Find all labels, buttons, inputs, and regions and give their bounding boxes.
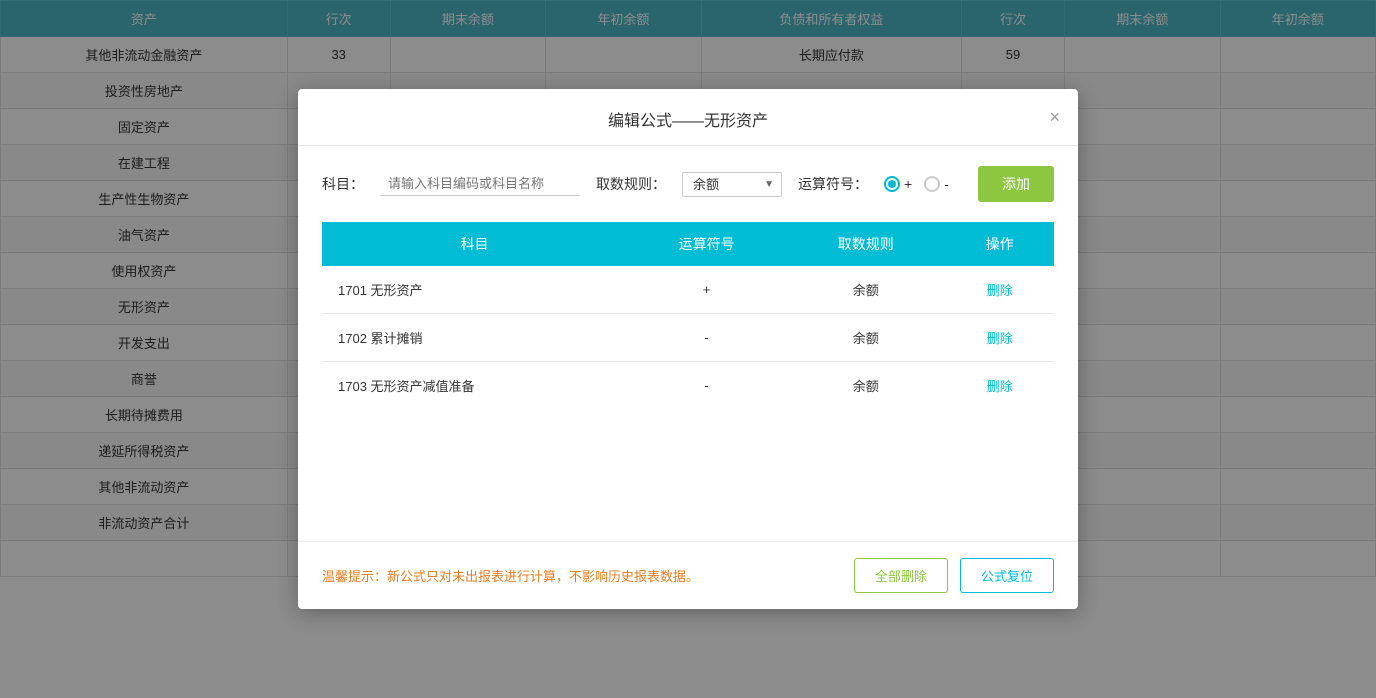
rule-label: 取数规则： [596, 174, 666, 194]
col-header-operator: 运算符号 [627, 222, 786, 266]
table-header-row: 科目 运算符号 取数规则 操作 [322, 222, 1054, 266]
cell-action-2: 删除 [945, 362, 1054, 410]
modal-header: 编辑公式——无形资产 × [298, 89, 1078, 146]
radio-minus[interactable]: - [924, 176, 949, 192]
footer-tip: 温馨提示：新公式只对未出报表进行计算，不影响历史报表数据。 [322, 566, 699, 585]
rule-select-wrapper: 余额 借方 贷方 借方发生额 贷方发生额 ▼ [682, 172, 782, 197]
modal-footer: 温馨提示：新公式只对未出报表进行计算，不影响历史报表数据。 全部删除 公式复位 [298, 541, 1078, 609]
radio-minus-label: - [944, 176, 949, 192]
subject-input[interactable] [380, 172, 580, 196]
radio-plus-circle [884, 176, 900, 192]
radio-plus[interactable]: + [884, 176, 912, 192]
reset-formula-button[interactable]: 公式复位 [960, 558, 1054, 593]
col-header-rule: 取数规则 [786, 222, 945, 266]
footer-actions: 全部删除 公式复位 [854, 558, 1054, 593]
cell-subject-0: 1701 无形资产 [322, 266, 627, 314]
cell-operator-1: - [627, 314, 786, 362]
col-header-action: 操作 [945, 222, 1054, 266]
delete-row-button-2[interactable]: 删除 [987, 376, 1013, 395]
radio-plus-label: + [904, 176, 912, 192]
modal-overlay: 编辑公式——无形资产 × 科目： 取数规则： 余额 借方 贷方 借方发生额 贷方… [0, 0, 1376, 698]
cell-operator-2: - [627, 362, 786, 410]
form-row: 科目： 取数规则： 余额 借方 贷方 借方发生额 贷方发生额 ▼ 运算符号： [322, 166, 1054, 202]
cell-action-1: 删除 [945, 314, 1054, 362]
table-row: 1703 无形资产减值准备-余额 删除 [322, 362, 1054, 410]
cell-rule-1: 余额 [786, 314, 945, 362]
add-button[interactable]: 添加 [978, 166, 1054, 202]
cell-action-0: 删除 [945, 266, 1054, 314]
cell-subject-2: 1703 无形资产减值准备 [322, 362, 627, 410]
col-header-subject: 科目 [322, 222, 627, 266]
cell-rule-2: 余额 [786, 362, 945, 410]
rule-select[interactable]: 余额 借方 贷方 借方发生额 贷方发生额 [682, 172, 782, 197]
delete-row-button-0[interactable]: 删除 [987, 280, 1013, 299]
table-row: 1702 累计摊销-余额 删除 [322, 314, 1054, 362]
formula-table: 科目 运算符号 取数规则 操作 1701 无形资产+余额删除1702 累计摊销-… [322, 222, 1054, 409]
close-icon[interactable]: × [1049, 108, 1060, 126]
cell-operator-0: + [627, 266, 786, 314]
modal-body: 科目： 取数规则： 余额 借方 贷方 借方发生额 贷方发生额 ▼ 运算符号： [298, 146, 1078, 541]
cell-rule-0: 余额 [786, 266, 945, 314]
operator-label: 运算符号： [798, 174, 868, 194]
operator-radio-group: + - [884, 176, 949, 192]
table-row: 1701 无形资产+余额 删除 [322, 266, 1054, 314]
subject-label: 科目： [322, 174, 364, 194]
radio-minus-circle [924, 176, 940, 192]
delete-row-button-1[interactable]: 删除 [987, 328, 1013, 347]
modal-title: 编辑公式——无形资产 [608, 107, 768, 131]
edit-formula-modal: 编辑公式——无形资产 × 科目： 取数规则： 余额 借方 贷方 借方发生额 贷方… [298, 89, 1078, 609]
cell-subject-1: 1702 累计摊销 [322, 314, 627, 362]
delete-all-button[interactable]: 全部删除 [854, 558, 948, 593]
